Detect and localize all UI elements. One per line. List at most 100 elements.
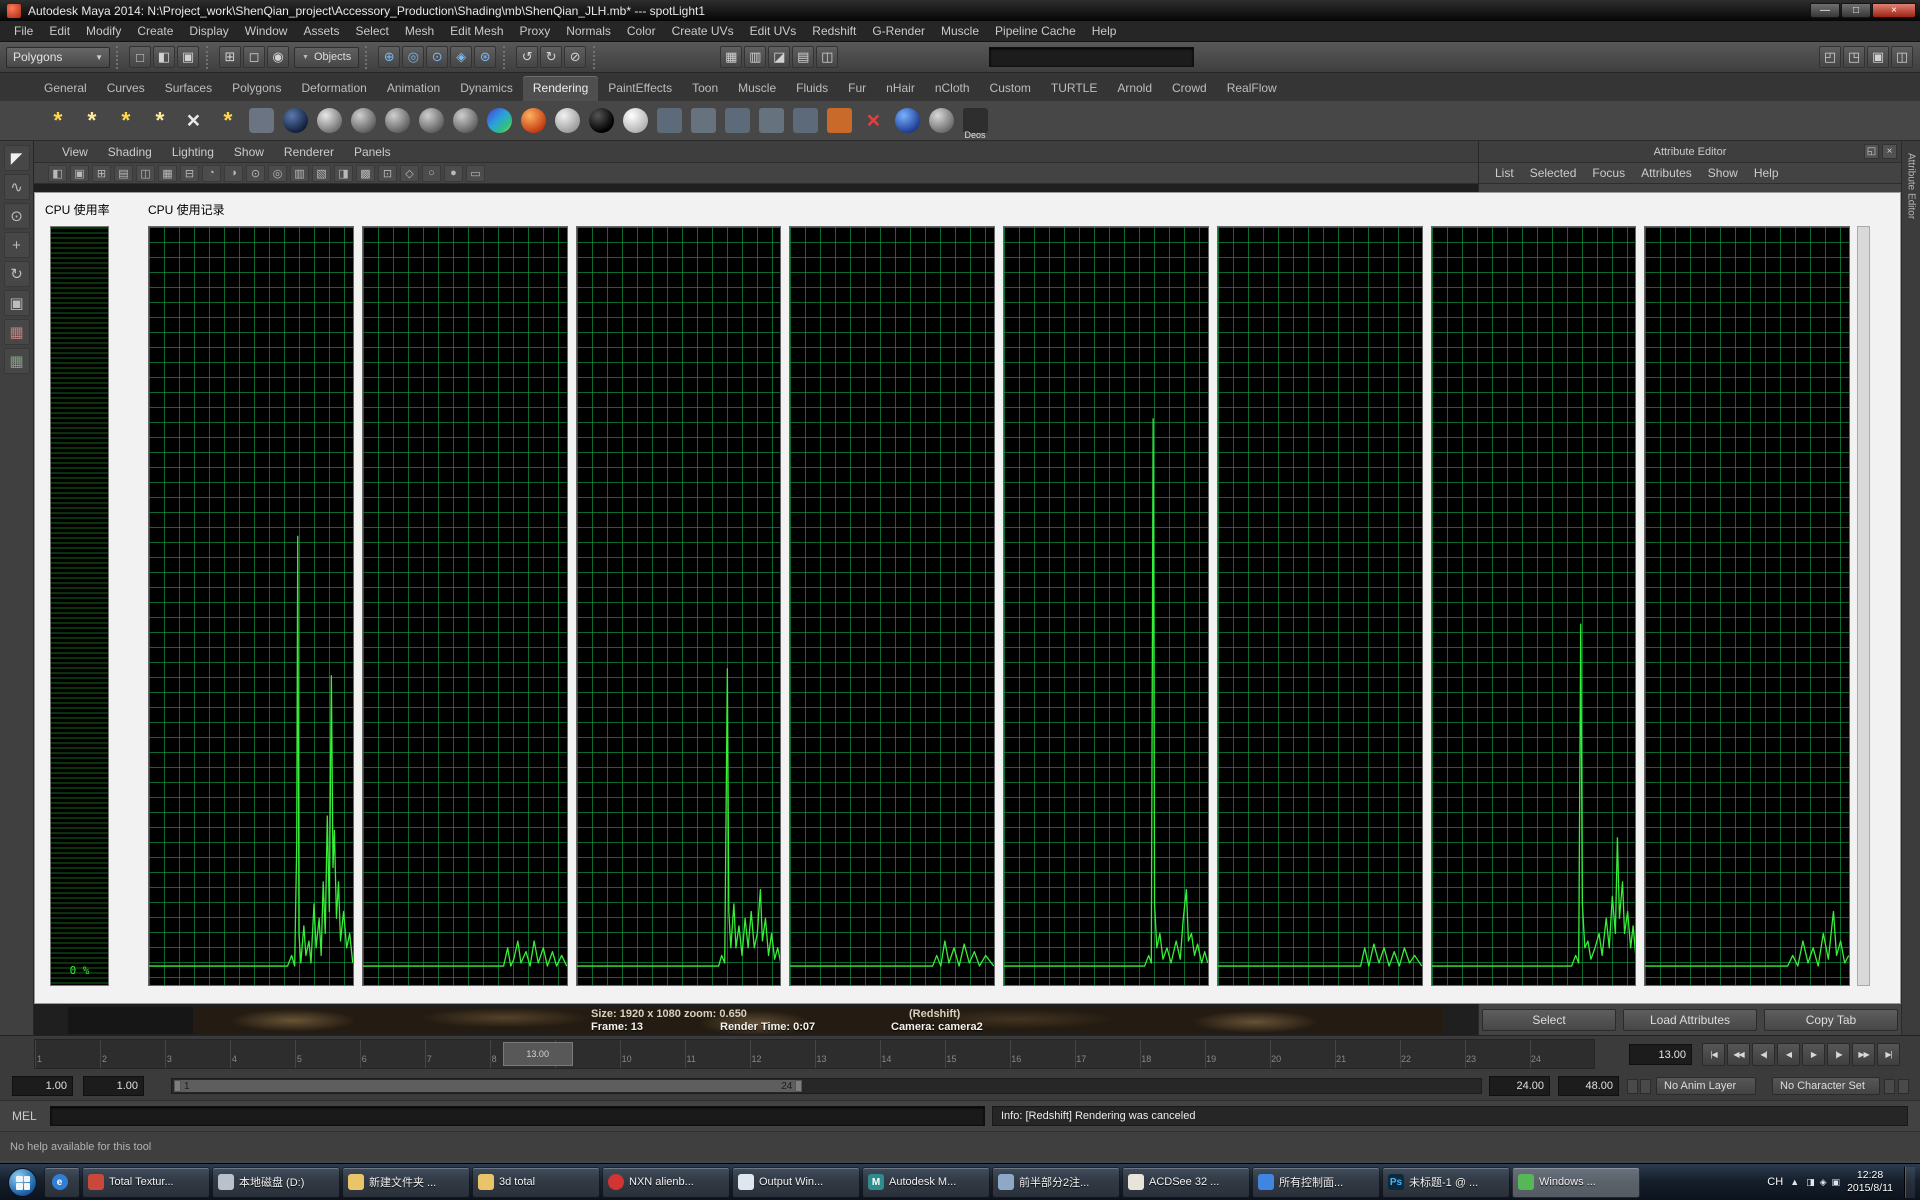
range-slider-track[interactable]: 1 24 <box>171 1078 1482 1094</box>
shelf-tab[interactable]: Rendering <box>522 76 599 101</box>
panel-toolbar-icon[interactable]: ◑ <box>224 164 243 182</box>
playback-button[interactable]: ◀◀ <box>1727 1043 1750 1066</box>
snap-icon[interactable]: ◈ <box>450 46 473 68</box>
shelf-item[interactable] <box>754 102 788 140</box>
attribute-editor-menu-item[interactable]: Focus <box>1584 166 1633 180</box>
tool-icon[interactable]: ▦ <box>3 348 30 374</box>
panel-menu-item[interactable]: Shading <box>98 145 162 159</box>
attribute-editor-menu-item[interactable]: Help <box>1746 166 1787 180</box>
menu-item[interactable]: Edit <box>41 21 78 42</box>
ui-toggle-icon[interactable]: ◰ <box>1819 46 1841 68</box>
panel-toolbar-icon[interactable]: ▤ <box>114 164 133 182</box>
ui-toggle-icon[interactable]: ◳ <box>1843 46 1865 68</box>
separator[interactable] <box>593 45 599 69</box>
shelf-item[interactable] <box>448 102 482 140</box>
taskbar-button[interactable]: 前半部分2注... <box>992 1166 1120 1198</box>
shelf-tab[interactable]: TURTLE <box>1041 76 1107 101</box>
panel-toolbar-icon[interactable]: ◎ <box>268 164 287 182</box>
menu-item[interactable]: Select <box>347 21 396 42</box>
animation-start-field[interactable]: 1.00 <box>12 1076 73 1096</box>
quick-input-field[interactable] <box>989 47 1195 67</box>
shelf-item[interactable] <box>822 102 856 140</box>
attribute-editor-menu-item[interactable]: Attributes <box>1633 166 1700 180</box>
shelf-tab[interactable]: Animation <box>377 76 450 101</box>
panel-menu-item[interactable]: Renderer <box>274 145 344 159</box>
playback-button[interactable]: |▶ <box>1827 1043 1850 1066</box>
playback-button[interactable]: ◀| <box>1752 1043 1775 1066</box>
playback-button[interactable]: ▶ <box>1802 1043 1825 1066</box>
attribute-editor-menu-item[interactable]: Selected <box>1522 166 1585 180</box>
menu-item[interactable]: Normals <box>558 21 619 42</box>
panel-toolbar-icon[interactable]: ▧ <box>312 164 331 182</box>
file-operation-icon[interactable]: ◧ <box>153 46 175 68</box>
panel-toolbar-icon[interactable]: ○ <box>422 164 441 182</box>
panel-toolbar-icon[interactable]: ◔ <box>202 164 221 182</box>
panel-toolbar-icon[interactable]: ▩ <box>356 164 375 182</box>
settings-icon[interactable] <box>1898 1079 1909 1094</box>
shelf-item[interactable] <box>312 102 346 140</box>
close-button[interactable]: × <box>1872 3 1916 18</box>
separator[interactable] <box>503 45 509 69</box>
tray-icon[interactable]: ▣ <box>1832 1177 1841 1188</box>
history-icon[interactable]: ⊘ <box>564 46 587 68</box>
attribute-editor-menu-item[interactable]: List <box>1487 166 1522 180</box>
shelf-tab[interactable]: Muscle <box>728 76 786 101</box>
menu-item[interactable]: Muscle <box>933 21 987 42</box>
tool-icon[interactable]: + <box>3 232 30 258</box>
shelf-tab[interactable]: Arnold <box>1107 76 1162 101</box>
shelf-item[interactable]: * <box>40 102 74 140</box>
menu-item[interactable]: Color <box>619 21 664 42</box>
shelf-item[interactable] <box>414 102 448 140</box>
taskbar-button[interactable]: Ps 未标题-1 @ ... <box>1382 1166 1510 1198</box>
anim-pref-icon[interactable] <box>1640 1079 1651 1094</box>
taskbar-button[interactable]: e <box>44 1166 80 1198</box>
attribute-editor-button[interactable]: Copy Tab <box>1764 1009 1898 1031</box>
show-desktop-button[interactable] <box>1904 1166 1915 1198</box>
shelf-tab[interactable]: Fur <box>838 76 876 101</box>
maximize-button[interactable]: □ <box>1841 3 1871 18</box>
language-indicator[interactable]: CH <box>1767 1176 1783 1188</box>
taskbar-button[interactable]: ACDSee 32 ... <box>1122 1166 1250 1198</box>
menu-item[interactable]: Proxy <box>512 21 559 42</box>
tray-expand-icon[interactable]: ▲ <box>1790 1177 1799 1187</box>
minimize-button[interactable]: — <box>1810 3 1840 18</box>
attribute-editor-menu-item[interactable]: Show <box>1700 166 1746 180</box>
playback-button[interactable]: ◀ <box>1777 1043 1800 1066</box>
taskbar-button[interactable]: 3d total <box>472 1166 600 1198</box>
menu-item[interactable]: Mesh <box>397 21 442 42</box>
panel-menu-item[interactable]: Show <box>224 145 274 159</box>
taskbar-button[interactable]: M Autodesk M... <box>862 1166 990 1198</box>
shelf-tab[interactable]: RealFlow <box>1217 76 1287 101</box>
menu-item[interactable]: Edit Mesh <box>442 21 511 42</box>
menu-item[interactable]: Modify <box>78 21 129 42</box>
playback-button[interactable]: ▶| <box>1877 1043 1900 1066</box>
ui-toggle-icon[interactable]: ▣ <box>1867 46 1889 68</box>
command-line-mode[interactable]: MEL <box>12 1109 37 1123</box>
panel-toolbar-icon[interactable]: ▣ <box>70 164 89 182</box>
panel-toolbar-icon[interactable]: ⊙ <box>246 164 265 182</box>
selection-mask-icon[interactable]: ◻ <box>243 46 265 68</box>
command-line-input[interactable] <box>50 1106 985 1126</box>
history-icon[interactable]: ↻ <box>540 46 563 68</box>
taskbar-button[interactable]: Windows ... <box>1512 1166 1640 1198</box>
separator[interactable] <box>116 45 122 69</box>
shelf-item[interactable] <box>346 102 380 140</box>
panel-toolbar-icon[interactable]: ● <box>444 164 463 182</box>
shelf-item[interactable]: * <box>210 102 244 140</box>
float-panel-icon[interactable]: ◱ <box>1864 144 1879 159</box>
close-panel-icon[interactable]: × <box>1882 144 1897 159</box>
tray-icon[interactable]: ◈ <box>1820 1177 1827 1188</box>
shelf-item[interactable] <box>550 102 584 140</box>
panel-toolbar-icon[interactable]: ⊟ <box>180 164 199 182</box>
history-icon[interactable]: ↺ <box>516 46 539 68</box>
panel-menu-item[interactable]: Lighting <box>162 145 224 159</box>
panel-toolbar-icon[interactable]: ◧ <box>48 164 67 182</box>
shelf-tab[interactable]: nCloth <box>925 76 980 101</box>
shelf-item[interactable]: * <box>142 102 176 140</box>
shelf-tab[interactable]: Dynamics <box>450 76 523 101</box>
panel-toolbar-icon[interactable]: ▥ <box>290 164 309 182</box>
taskbar-button[interactable]: Total Textur... <box>82 1166 210 1198</box>
snap-icon[interactable]: ⊛ <box>474 46 497 68</box>
menu-item[interactable]: Create <box>129 21 181 42</box>
separator[interactable] <box>365 45 371 69</box>
